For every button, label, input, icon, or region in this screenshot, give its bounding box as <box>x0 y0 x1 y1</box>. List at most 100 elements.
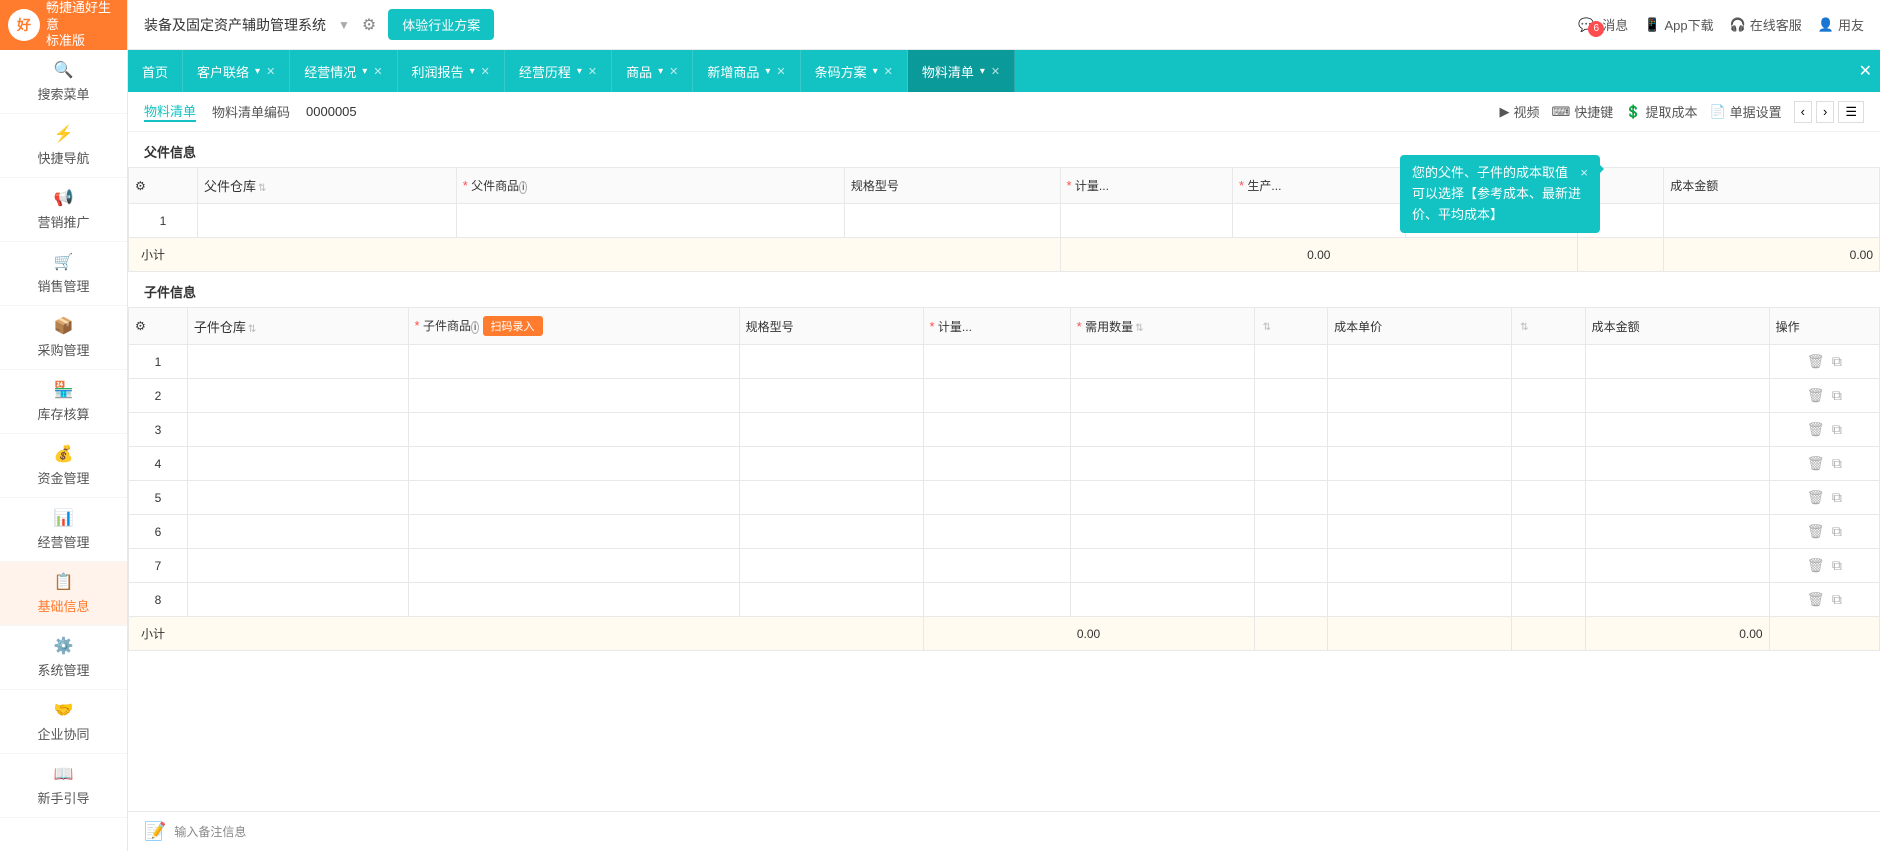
child-product-1[interactable] <box>408 345 739 379</box>
child-qty-6[interactable] <box>1070 515 1254 549</box>
child-price-3[interactable] <box>1328 413 1512 447</box>
child-spec-2[interactable] <box>739 379 923 413</box>
child-product-8[interactable] <box>408 583 739 617</box>
close-window-icon[interactable]: ✕ <box>1851 61 1880 81</box>
delete-icon-8[interactable]: 🗑 <box>1807 591 1825 607</box>
next-btn[interactable]: › <box>1816 101 1834 123</box>
child-price-2[interactable] <box>1328 379 1512 413</box>
child-warehouse-4[interactable] <box>187 447 408 481</box>
child-qty-8[interactable] <box>1070 583 1254 617</box>
tab-close-icon[interactable]: ✕ <box>669 65 678 78</box>
child-qty-2[interactable] <box>1070 379 1254 413</box>
tab-profit-report[interactable]: 利润报告 ▾ ✕ <box>398 50 505 92</box>
child-spec-7[interactable] <box>739 549 923 583</box>
col-child-warehouse-header[interactable]: 子件仓库⇅ <box>187 308 408 345</box>
child-unit-2[interactable] <box>923 379 1070 413</box>
app-download-item[interactable]: 📱 App下载 <box>1644 15 1713 34</box>
child-qty-1[interactable] <box>1070 345 1254 379</box>
user-item[interactable]: 👤 用友 <box>1818 15 1864 34</box>
child-spec-3[interactable] <box>739 413 923 447</box>
sidebar-item-search[interactable]: 🔍 搜索菜单 <box>0 50 127 114</box>
tab-close-icon[interactable]: ✕ <box>884 65 893 78</box>
tab-operation-history[interactable]: 经营历程 ▾ ✕ <box>505 50 612 92</box>
sub-tab-bom-list[interactable]: 物料清单 <box>144 101 196 122</box>
sidebar-item-guide[interactable]: 📖 新手引导 <box>0 754 127 818</box>
copy-icon-2[interactable]: ⧉ <box>1832 387 1842 403</box>
child-warehouse-5[interactable] <box>187 481 408 515</box>
copy-icon-6[interactable]: ⧉ <box>1832 523 1842 539</box>
tab-close-icon[interactable]: ✕ <box>588 65 597 78</box>
child-product-4[interactable] <box>408 447 739 481</box>
tab-customer[interactable]: 客户联络 ▾ ✕ <box>183 50 290 92</box>
col-parent-warehouse-header[interactable]: 父件仓库⇅ <box>198 168 457 204</box>
copy-icon-5[interactable]: ⧉ <box>1832 489 1842 505</box>
col-child-settings-header[interactable]: ⚙ <box>129 308 188 345</box>
col-child-product-header[interactable]: * 子件商品i 扫码录入 <box>408 308 739 345</box>
child-qty-4[interactable] <box>1070 447 1254 481</box>
delete-icon-6[interactable]: 🗑 <box>1807 523 1825 539</box>
child-price-7[interactable] <box>1328 549 1512 583</box>
child-product-7[interactable] <box>408 549 739 583</box>
tab-barcode[interactable]: 条码方案 ▾ ✕ <box>801 50 908 92</box>
child-spec-5[interactable] <box>739 481 923 515</box>
child-unit-5[interactable] <box>923 481 1070 515</box>
tab-close-icon[interactable]: ✕ <box>266 65 275 78</box>
parent-warehouse-cell[interactable] <box>198 204 457 238</box>
child-price-8[interactable] <box>1328 583 1512 617</box>
child-product-5[interactable] <box>408 481 739 515</box>
child-product-2[interactable] <box>408 379 739 413</box>
sidebar-item-purchase[interactable]: 📦 采购管理 <box>0 306 127 370</box>
child-unit-3[interactable] <box>923 413 1070 447</box>
child-unit-4[interactable] <box>923 447 1070 481</box>
tab-operation-status[interactable]: 经营情况 ▾ ✕ <box>290 50 397 92</box>
sidebar-item-marketing[interactable]: 📢 营销推广 <box>0 178 127 242</box>
experience-btn[interactable]: 体验行业方案 <box>388 9 494 40</box>
tab-products[interactable]: 商品 ▾ ✕ <box>612 50 693 92</box>
child-warehouse-1[interactable] <box>187 345 408 379</box>
delete-icon-7[interactable]: 🗑 <box>1807 557 1825 573</box>
child-spec-1[interactable] <box>739 345 923 379</box>
copy-icon-7[interactable]: ⧉ <box>1832 557 1842 573</box>
child-qty-3[interactable] <box>1070 413 1254 447</box>
child-spec-4[interactable] <box>739 447 923 481</box>
prev-btn[interactable]: ‹ <box>1794 101 1812 123</box>
parent-product-cell[interactable] <box>456 204 844 238</box>
sidebar-item-enterprise[interactable]: 🤝 企业协同 <box>0 690 127 754</box>
tab-new-products[interactable]: 新增商品 ▾ ✕ <box>693 50 800 92</box>
child-warehouse-8[interactable] <box>187 583 408 617</box>
child-spec-6[interactable] <box>739 515 923 549</box>
child-warehouse-6[interactable] <box>187 515 408 549</box>
copy-icon-3[interactable]: ⧉ <box>1832 421 1842 437</box>
parent-unit-cell[interactable] <box>1060 204 1233 238</box>
sidebar-item-finance[interactable]: 💰 资金管理 <box>0 434 127 498</box>
copy-icon-4[interactable]: ⧉ <box>1832 455 1842 471</box>
scan-input-btn[interactable]: 扫码录入 <box>483 316 543 336</box>
tab-close-icon[interactable]: ✕ <box>481 65 490 78</box>
parent-spec-cell[interactable] <box>844 204 1060 238</box>
tab-close-icon[interactable]: ✕ <box>373 65 382 78</box>
online-service-item[interactable]: 🎧 在线客服 <box>1730 15 1802 34</box>
child-warehouse-7[interactable] <box>187 549 408 583</box>
col-parent-product-header[interactable]: * 父件商品i <box>456 168 844 204</box>
child-spec-8[interactable] <box>739 583 923 617</box>
col-settings-header[interactable]: ⚙ <box>129 168 198 204</box>
delete-icon-4[interactable]: 🗑 <box>1807 455 1825 471</box>
child-unit-8[interactable] <box>923 583 1070 617</box>
bottom-hint[interactable]: 输入备注信息 <box>174 823 246 840</box>
message-item[interactable]: 💬 6 消息 <box>1578 15 1628 34</box>
child-warehouse-2[interactable] <box>187 379 408 413</box>
parent-production-cell[interactable] <box>1233 204 1406 238</box>
child-unit-1[interactable] <box>923 345 1070 379</box>
delete-icon-5[interactable]: 🗑 <box>1807 489 1825 505</box>
grid-view-btn[interactable]: ☰ <box>1838 101 1864 123</box>
child-price-4[interactable] <box>1328 447 1512 481</box>
delete-icon-2[interactable]: 🗑 <box>1807 387 1825 403</box>
view-btn[interactable]: ▶ 视频 <box>1499 102 1539 121</box>
child-price-5[interactable] <box>1328 481 1512 515</box>
child-warehouse-3[interactable] <box>187 413 408 447</box>
note-icon[interactable]: 📝 <box>144 821 166 842</box>
sidebar-item-sales[interactable]: 🛒 销售管理 <box>0 242 127 306</box>
child-unit-7[interactable] <box>923 549 1070 583</box>
tab-bom[interactable]: 物料清单 ▾ ✕ <box>908 50 1015 92</box>
child-price-6[interactable] <box>1328 515 1512 549</box>
